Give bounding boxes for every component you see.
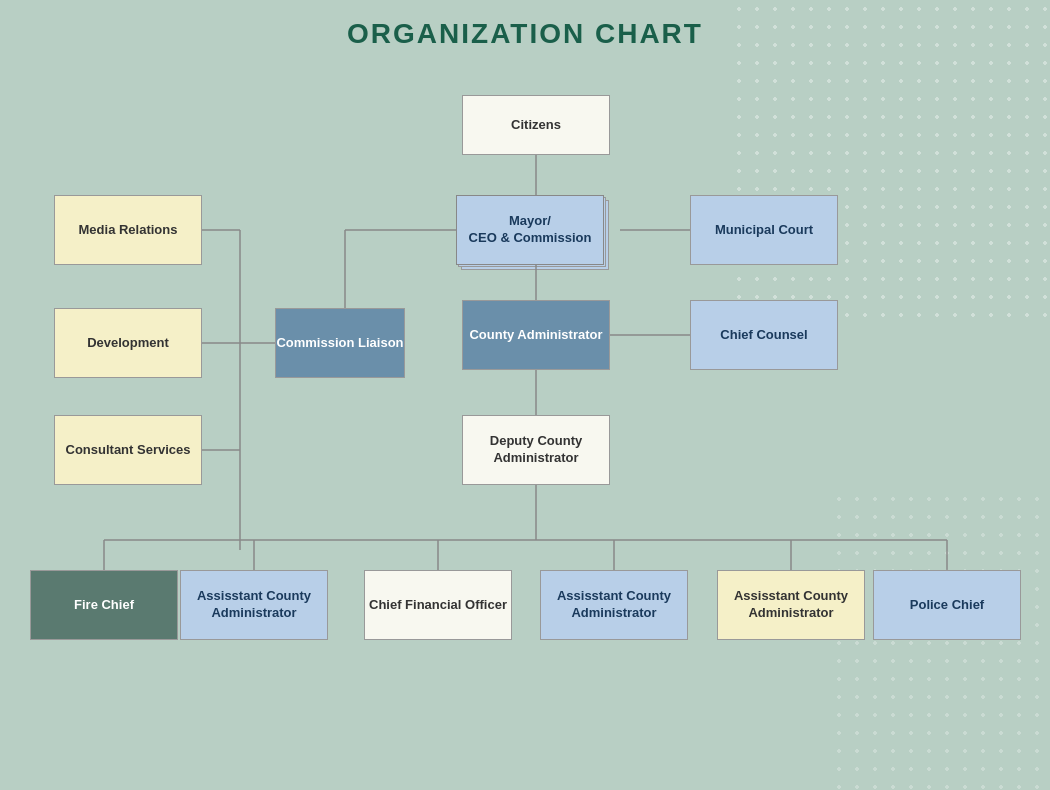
chief-counsel-box: Chief Counsel — [690, 300, 838, 370]
asst-admin-2-box: Assisstant County Administrator — [540, 570, 688, 640]
development-box: Development — [54, 308, 202, 378]
consultant-services-box: Consultant Services — [54, 415, 202, 485]
media-relations-box: Media Relations — [54, 195, 202, 265]
county-admin-box: County Administrator — [462, 300, 610, 370]
municipal-court-box: Municipal Court — [690, 195, 838, 265]
asst-admin-1-box: Assisstant County Administrator — [180, 570, 328, 640]
chart-area: Citizens Mayor/CEO & Commission Municipa… — [0, 60, 1050, 790]
page-title: ORGANIZATION CHART — [0, 0, 1050, 50]
police-chief-box: Police Chief — [873, 570, 1021, 640]
commission-liaison-box: Commission Liaison — [275, 308, 405, 378]
asst-admin-3-box: Assisstant County Administrator — [717, 570, 865, 640]
deputy-county-admin-box: Deputy County Administrator — [462, 415, 610, 485]
citizens-box: Citizens — [462, 95, 610, 155]
cfo-box: Chief Financial Officer — [364, 570, 512, 640]
fire-chief-box: Fire Chief — [30, 570, 178, 640]
